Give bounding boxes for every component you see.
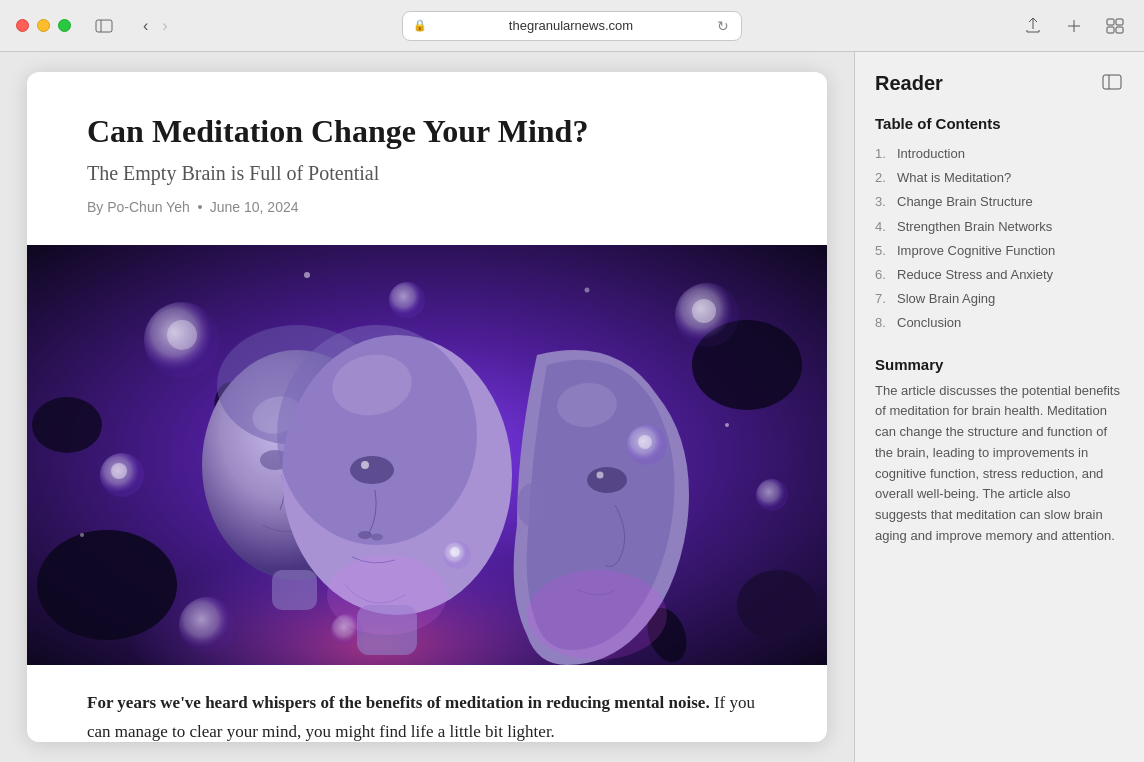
svg-point-22 [756,479,788,511]
toc-item-3[interactable]: 3. Change Brain Structure [875,190,1124,214]
article-title: Can Meditation Change Your Mind? [87,112,767,150]
svg-point-36 [371,534,383,541]
toc-num-7: 7. [875,290,893,308]
svg-point-52 [80,533,84,537]
reader-title: Reader [875,72,943,95]
svg-rect-28 [272,570,317,610]
svg-rect-7 [1116,27,1123,33]
toc-text-6: Reduce Stress and Anxiety [897,266,1053,284]
article-byline: By Po-Chun Yeh June 10, 2024 [87,199,767,215]
toc-text-8: Conclusion [897,314,961,332]
svg-point-21 [692,299,716,323]
minimize-button[interactable] [37,19,50,32]
toc-num-5: 5. [875,242,893,260]
toc-heading: Table of Contents [875,115,1124,132]
address-bar[interactable]: 🔒 thegranularnews.com ↻ [402,11,742,41]
svg-point-19 [389,282,425,318]
byline-date: June 10, 2024 [210,199,299,215]
forward-button[interactable]: › [156,14,173,38]
hero-illustration [27,245,827,665]
reader-header: Reader [875,72,1124,95]
tab-overview-button[interactable] [1102,16,1128,36]
article-body-text: For years we've heard whispers of the be… [87,689,767,742]
svg-point-18 [179,597,235,653]
svg-point-49 [304,272,310,278]
byline-separator [198,205,202,209]
titlebar-left: ‹ › [16,14,174,38]
svg-point-45 [450,547,460,557]
nav-arrows: ‹ › [137,14,174,38]
toc-num-4: 4. [875,218,893,236]
article-body: For years we've heard whispers of the be… [27,665,827,742]
back-button[interactable]: ‹ [137,14,154,38]
svg-point-35 [358,531,372,539]
svg-point-10 [37,530,177,640]
reader-layout-button[interactable] [1100,72,1124,95]
svg-point-13 [32,397,102,453]
toc-item-7[interactable]: 7. Slow Brain Aging [875,287,1124,311]
article-header: Can Meditation Change Your Mind? The Emp… [27,72,827,245]
toc-item-5[interactable]: 5. Improve Cognitive Function [875,239,1124,263]
traffic-lights [16,19,71,32]
svg-point-17 [111,463,127,479]
article-area: Can Meditation Change Your Mind? The Emp… [0,52,854,762]
toc-text-4: Strengthen Brain Networks [897,218,1052,236]
toc-text-3: Change Brain Structure [897,193,1033,211]
toc-text-7: Slow Brain Aging [897,290,995,308]
toc-num-2: 2. [875,169,893,187]
titlebar: ‹ › 🔒 thegranularnews.com ↻ [0,0,1144,52]
reload-button[interactable]: ↻ [715,16,731,36]
reader-sidebar: Reader Table of Contents 1. Introduction… [854,52,1144,762]
toc-num-1: 1. [875,145,893,163]
toc-num-8: 8. [875,314,893,332]
svg-rect-0 [96,20,112,32]
toc-text-2: What is Meditation? [897,169,1011,187]
maximize-button[interactable] [58,19,71,32]
svg-point-40 [597,472,604,479]
toc-item-6[interactable]: 6. Reduce Stress and Anxiety [875,263,1124,287]
svg-point-39 [587,467,627,493]
svg-point-15 [167,320,197,350]
toc-num-6: 6. [875,266,893,284]
svg-rect-4 [1107,19,1114,25]
close-button[interactable] [16,19,29,32]
article-hero-image [27,245,827,665]
svg-point-42 [517,483,547,527]
toc-num-3: 3. [875,193,893,211]
svg-point-48 [331,614,363,646]
svg-rect-53 [1103,75,1121,89]
svg-point-51 [725,423,729,427]
url-text: thegranularnews.com [433,18,709,33]
main-area: Can Meditation Change Your Mind? The Emp… [0,52,1144,762]
svg-rect-5 [1116,19,1123,25]
toc-list: 1. Introduction 2. What is Meditation? 3… [875,142,1124,336]
toc-item-2[interactable]: 2. What is Meditation? [875,166,1124,190]
toc-text-5: Improve Cognitive Function [897,242,1055,260]
lock-icon: 🔒 [413,19,427,32]
toc-item-1[interactable]: 1. Introduction [875,142,1124,166]
article-subtitle: The Empty Brain is Full of Potential [87,162,767,185]
article-card: Can Meditation Change Your Mind? The Emp… [27,72,827,742]
sidebar-toggle-button[interactable] [93,16,121,36]
svg-point-47 [638,435,652,449]
share-button[interactable] [1020,15,1046,37]
titlebar-right [1020,15,1128,37]
svg-point-34 [361,461,369,469]
svg-point-50 [585,288,590,293]
svg-point-33 [350,456,394,484]
svg-rect-6 [1107,27,1114,33]
svg-point-12 [737,570,817,640]
toc-item-8[interactable]: 8. Conclusion [875,311,1124,335]
toc-text-1: Introduction [897,145,965,163]
summary-text: The article discusses the potential bene… [875,381,1124,547]
summary-heading: Summary [875,356,1124,373]
svg-point-41 [527,570,667,660]
new-tab-button[interactable] [1062,16,1086,36]
byline-author: By Po-Chun Yeh [87,199,190,215]
address-bar-container: 🔒 thegranularnews.com ↻ [402,11,742,41]
toc-item-4[interactable]: 4. Strengthen Brain Networks [875,215,1124,239]
